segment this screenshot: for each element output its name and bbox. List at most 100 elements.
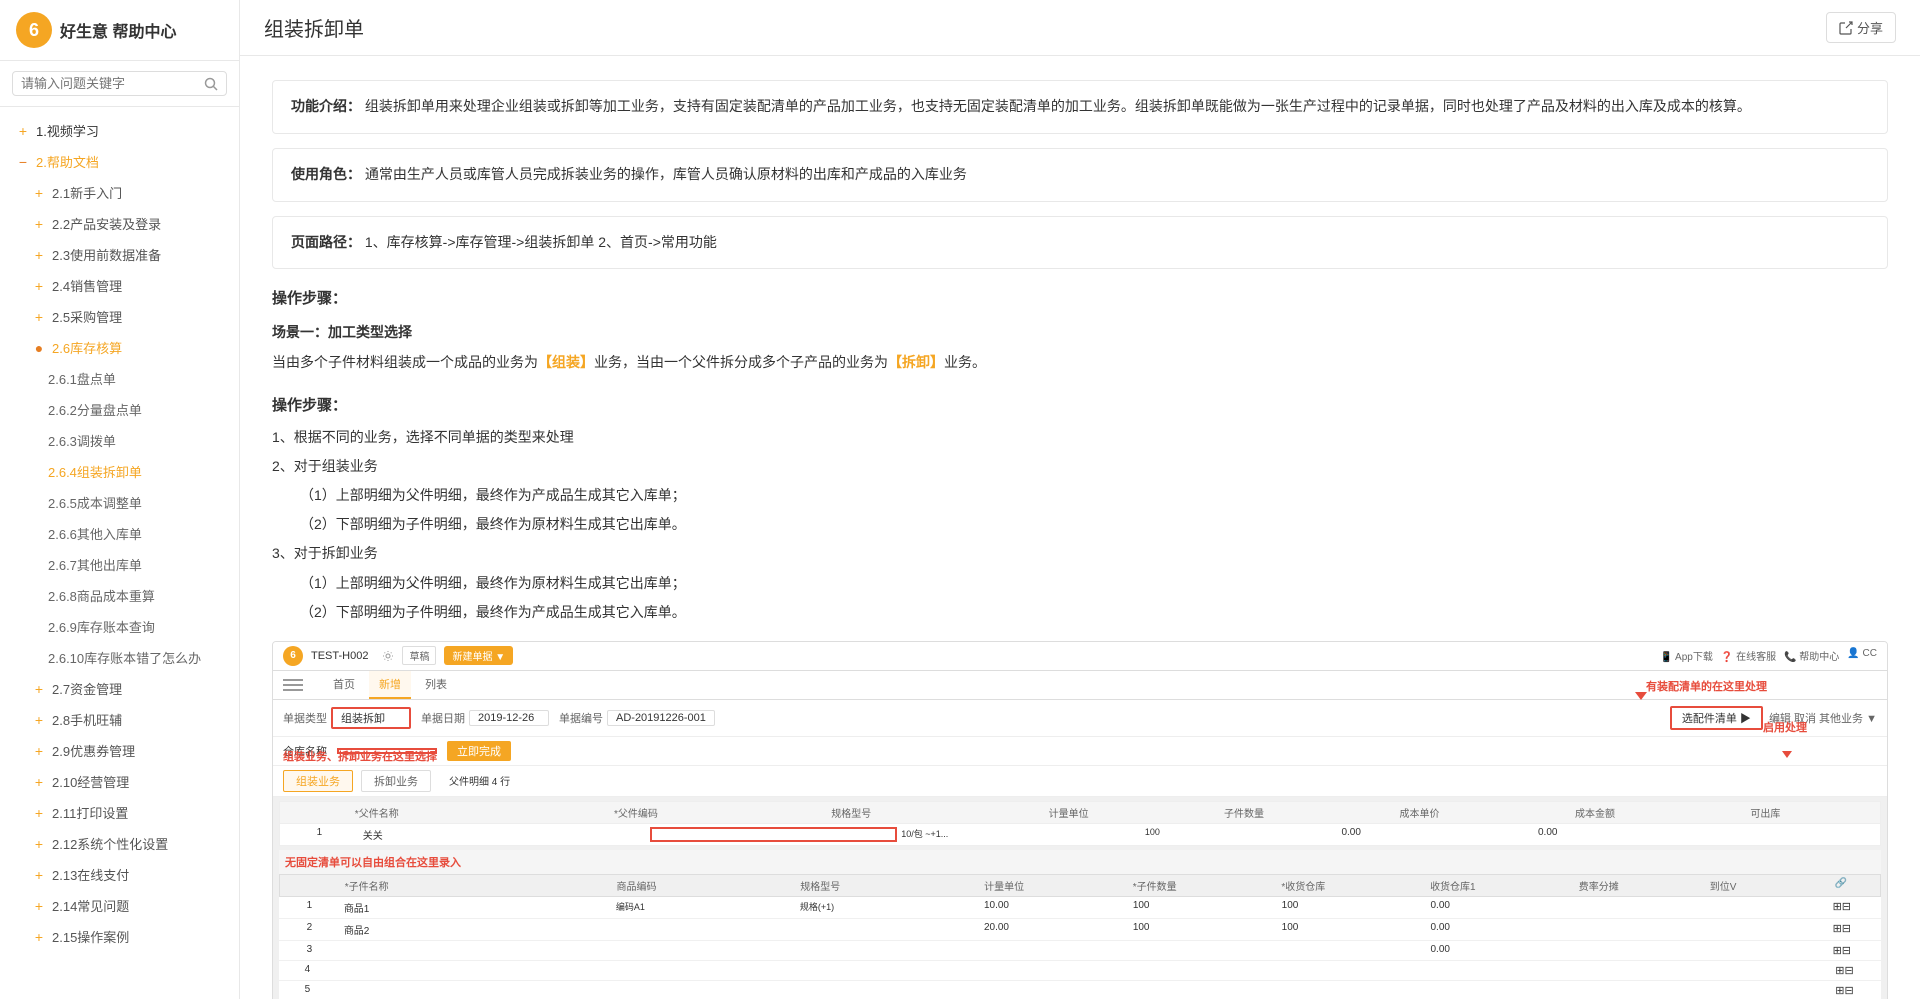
callout-4-text: 无固定清单可以自由组合在这里录入 bbox=[279, 850, 1881, 874]
ss-icon-help: ❓ 在线客服 bbox=[1721, 648, 1776, 663]
sidebar-item-1[interactable]: + 1.视频学习 bbox=[0, 115, 239, 146]
logo-icon: 6 bbox=[16, 12, 52, 48]
ss-formbar: 单据类型 组装拆卸 单据日期 2019-12-26 单据编号 AD-201912… bbox=[273, 700, 1887, 737]
sidebar-item-2-12[interactable]: + 2.12系统个性化设置 bbox=[0, 828, 239, 859]
sidebar-item-2-13[interactable]: + 2.13在线支付 bbox=[0, 859, 239, 890]
brand-name: 好生意 帮助中心 bbox=[60, 18, 176, 42]
search-icon[interactable] bbox=[204, 77, 218, 91]
step2-1: （1）上部明细为父件明细，最终作为产成品生成其它入库单； bbox=[300, 483, 1888, 508]
sidebar-item-2-6-10[interactable]: 2.6.10库存账本错了怎么办 bbox=[0, 642, 239, 673]
plus-icon: + bbox=[32, 310, 46, 324]
sidebar-item-2-11[interactable]: + 2.11打印设置 bbox=[0, 797, 239, 828]
sidebar-item-2-7[interactable]: + 2.7资金管理 bbox=[0, 673, 239, 704]
ss-logo: 6 bbox=[283, 646, 303, 666]
plus-icon: + bbox=[32, 930, 46, 944]
plus-icon: + bbox=[32, 713, 46, 727]
ss-lower-row-4: 4 ⊞⊟ bbox=[279, 961, 1881, 981]
sidebar: 6 好生意 帮助中心 + 1.视频学习 − 2.帮助文档 + 2.1新手入门 bbox=[0, 0, 240, 999]
plus-icon: + bbox=[32, 682, 46, 696]
sidebar-item-2-1[interactable]: + 2.1新手入门 bbox=[0, 177, 239, 208]
circle-icon: ● bbox=[32, 341, 46, 355]
ss-tab-new[interactable]: 新增 bbox=[369, 671, 411, 699]
step3-1: （1）上部明细为父件明细，最终作为原材料生成其它出库单； bbox=[300, 571, 1888, 596]
ss-lower-row-5: 5 ⊞⊟ bbox=[279, 981, 1881, 999]
ss-type-value: 组装拆卸 bbox=[331, 707, 411, 729]
step3-2: （2）下部明细为子件明细，最终作为产成品生成其它入库单。 bbox=[300, 600, 1888, 625]
sidebar-item-2-15[interactable]: + 2.15操作案例 bbox=[0, 921, 239, 952]
ss-tab-list[interactable]: 列表 bbox=[415, 671, 457, 699]
minus-icon: − bbox=[16, 155, 30, 169]
sidebar-item-2-6-2[interactable]: 2.6.2分量盘点单 bbox=[0, 394, 239, 425]
plus-icon: + bbox=[32, 744, 46, 758]
callout-1-text: 有装配清单的在这里处理 bbox=[1646, 678, 1767, 694]
plus-icon: + bbox=[32, 186, 46, 200]
sidebar-item-2-9[interactable]: + 2.9优惠券管理 bbox=[0, 735, 239, 766]
ss-upper-table: *父件名称 *父件编码 规格型号 计量单位 子件数量 成本单价 成本金额 可出库… bbox=[279, 801, 1881, 846]
role-block: 使用角色： 通常由生产人员或库管人员完成拆装业务的操作，库管人员确认原材料的出库… bbox=[272, 148, 1888, 202]
ss-status: 草稿 bbox=[402, 646, 436, 665]
sidebar-item-2-6-7[interactable]: 2.6.7其他出库单 bbox=[0, 549, 239, 580]
sidebar-item-2-10[interactable]: + 2.10经营管理 bbox=[0, 766, 239, 797]
callout-3-text: 启用处理 bbox=[1763, 719, 1807, 735]
ss-disassemble-btn[interactable]: 拆卸业务 bbox=[361, 770, 431, 792]
ss-field-type: 单据类型 组装拆卸 bbox=[283, 707, 411, 729]
ss-icon-user: 👤 CC bbox=[1847, 648, 1877, 663]
nav-tree: + 1.视频学习 − 2.帮助文档 + 2.1新手入门 + 2.2产品安装及登录… bbox=[0, 107, 239, 999]
sidebar-item-2[interactable]: − 2.帮助文档 bbox=[0, 146, 239, 177]
scenario1-desc: 当由多个子件材料组装成一个成品的业务为【组装】业务，当由一个父件拆分成多个子产品… bbox=[272, 350, 1888, 375]
ss-new-btn[interactable]: 新建单据 ▼ bbox=[444, 646, 513, 665]
sidebar-item-2-6-5[interactable]: 2.6.5成本调整单 bbox=[0, 487, 239, 518]
ss-lower-row-1: 1 商品1 编码A1 规格(+1) 10.00 100 100 0.00 ⊞⊟ bbox=[279, 897, 1881, 919]
plus-icon: + bbox=[32, 868, 46, 882]
ss-icons: 📱 App下载 ❓ 在线客服 📞 帮助中心 👤 CC bbox=[1660, 648, 1877, 663]
sidebar-item-2-6-6[interactable]: 2.6.6其他入库单 bbox=[0, 518, 239, 549]
func-intro-block: 功能介绍： 组装拆卸单用来处理企业组装或拆卸等加工业务，支持有固定装配清单的产品… bbox=[272, 80, 1888, 134]
highlight-assemble: 【组装】 bbox=[538, 354, 594, 370]
sidebar-item-2-4[interactable]: + 2.4销售管理 bbox=[0, 270, 239, 301]
ss-warehouse-row: 仓库名称 立即完成 启用处理 bbox=[273, 737, 1887, 766]
ss-callout-btn: 选配件清单 ▶ bbox=[1670, 706, 1763, 730]
search-box bbox=[0, 61, 239, 107]
ss-icon-apps: 📱 App下载 bbox=[1660, 648, 1712, 663]
sidebar-item-2-5[interactable]: + 2.5采购管理 bbox=[0, 301, 239, 332]
plus-icon: + bbox=[16, 124, 30, 138]
page-title: 组装拆卸单 bbox=[264, 13, 364, 42]
settings-icon bbox=[382, 650, 394, 662]
callout-1-arrow bbox=[1635, 692, 1647, 700]
highlight-disassemble: 【拆卸】 bbox=[888, 354, 944, 370]
role-label: 使用角色： bbox=[291, 166, 361, 182]
sidebar-item-2-6-9[interactable]: 2.6.9库存账本查询 bbox=[0, 611, 239, 642]
ss-type-row: 组装业务、拆卸业务在这里选择 组装业务 拆卸业务 父件明细 4 行 bbox=[273, 766, 1887, 797]
sidebar-item-2-2[interactable]: + 2.2产品安装及登录 bbox=[0, 208, 239, 239]
sidebar-item-2-6-3[interactable]: 2.6.3调拨单 bbox=[0, 425, 239, 456]
step2: 2、对于组装业务 bbox=[272, 454, 1888, 479]
steps-list: 1、根据不同的业务，选择不同单据的类型来处理 2、对于组装业务 （1）上部明细为… bbox=[272, 425, 1888, 625]
role-text: 通常由生产人员或库管人员完成拆装业务的操作，库管人员确认原材料的出库和产成品的入… bbox=[365, 166, 967, 182]
plus-icon: + bbox=[32, 899, 46, 913]
ops-title: 操作步骤： bbox=[272, 287, 1888, 308]
sidebar-header: 6 好生意 帮助中心 bbox=[0, 0, 239, 61]
ss-upper-row-1: 1 关关 10/包 ~+1... 100 0.00 0.00 bbox=[280, 824, 1880, 845]
ss-lower-row-3: 3 0.00 ⊞⊟ bbox=[279, 941, 1881, 961]
ss-company: TEST-H002 bbox=[311, 650, 368, 662]
share-button[interactable]: 分享 bbox=[1826, 12, 1896, 43]
screenshot-inner: 6 TEST-H002 草稿 新建单据 ▼ 📱 App下载 ❓ 在线客服 📞 帮… bbox=[273, 642, 1887, 999]
path-text: 1、库存核算->库存管理->组装拆卸单 2、首页->常用功能 bbox=[365, 234, 717, 250]
plus-icon: + bbox=[32, 217, 46, 231]
plus-icon: + bbox=[32, 248, 46, 262]
func-intro-label: 功能介绍： bbox=[291, 98, 361, 114]
topbar: 组装拆卸单 分享 bbox=[240, 0, 1920, 56]
sidebar-item-2-6[interactable]: ● 2.6库存核算 bbox=[0, 332, 239, 363]
sidebar-item-2-6-8[interactable]: 2.6.8商品成本重算 bbox=[0, 580, 239, 611]
ss-confirm-btn[interactable]: 立即完成 bbox=[447, 741, 511, 761]
sidebar-item-2-3[interactable]: + 2.3使用前数据准备 bbox=[0, 239, 239, 270]
sidebar-item-2-6-4[interactable]: 2.6.4组装拆卸单 bbox=[0, 456, 239, 487]
sidebar-item-2-6-1[interactable]: 2.6.1盘点单 bbox=[0, 363, 239, 394]
sidebar-item-2-8[interactable]: + 2.8手机旺辅 bbox=[0, 704, 239, 735]
plus-icon: + bbox=[32, 806, 46, 820]
search-input[interactable] bbox=[21, 76, 204, 91]
sidebar-item-2-14[interactable]: + 2.14常见问题 bbox=[0, 890, 239, 921]
ss-assemble-btn[interactable]: 组装业务 bbox=[283, 770, 353, 792]
ss-tab-home[interactable]: 首页 bbox=[323, 671, 365, 699]
main-panel: 组装拆卸单 分享 功能介绍： 组装拆卸单用来处理企业组装或拆卸等加工业务，支持有… bbox=[240, 0, 1920, 999]
